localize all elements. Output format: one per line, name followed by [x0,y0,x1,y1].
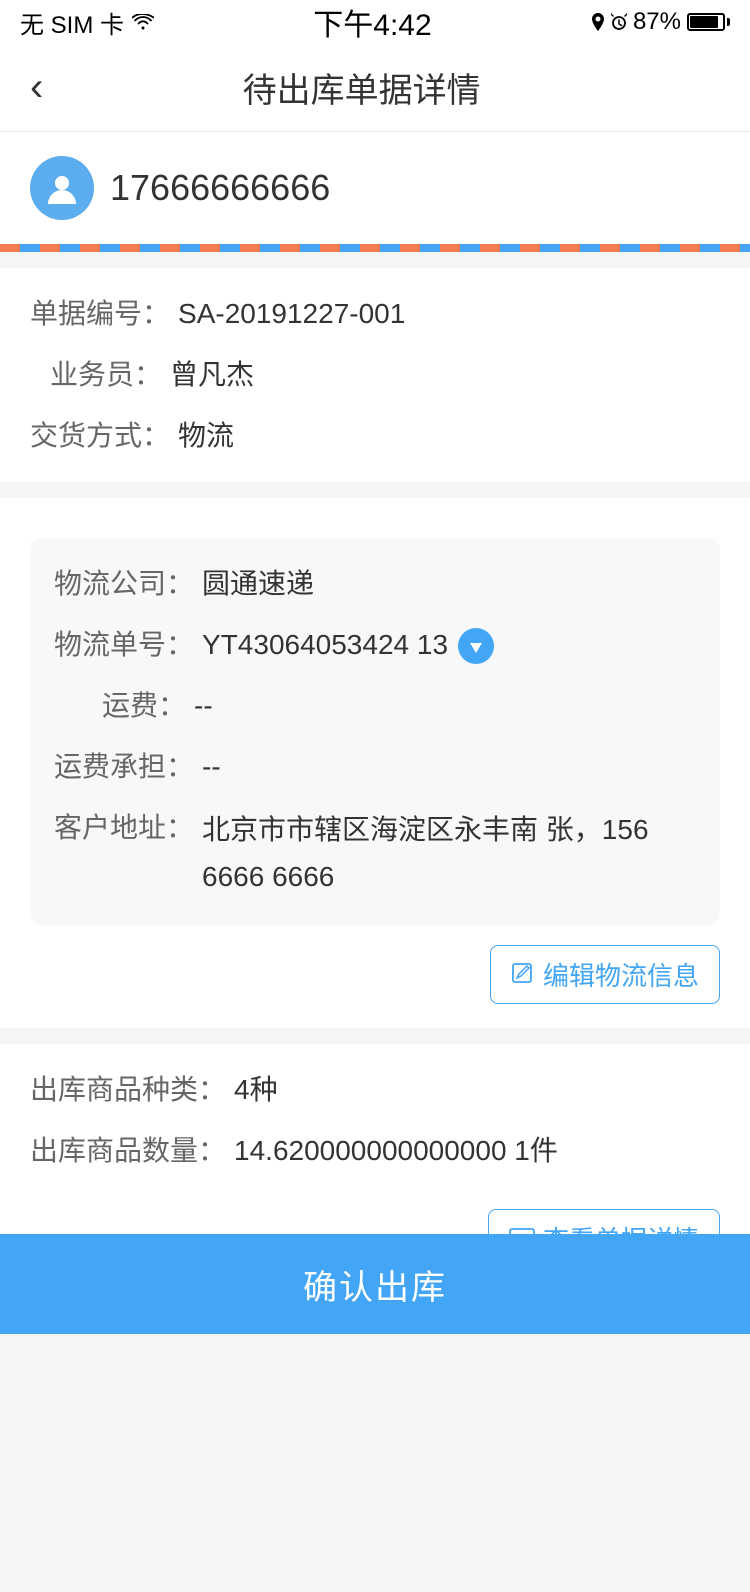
freight-label: 运费： [54,684,194,729]
order-no-value: SA-20191227-001 [178,292,720,337]
delivery-value: 物流 [178,414,720,459]
page-title: 待出库单据详情 [63,63,660,112]
goods-quantity-value: 14.620000000000000 1件 [234,1129,720,1174]
status-time: 下午4:42 [313,0,431,44]
address-row: 客户地址： 北京市市辖区海淀区永丰南 张，156 6666 6666 [54,806,696,901]
confirm-label: 确认出库 [303,1260,447,1309]
dashed-divider [0,244,750,252]
logistics-section: 物流公司： 圆通速递 物流单号： YT43064053424 13 运费： --… [0,498,750,1027]
edit-logistics-label: 编辑物流信息 [543,956,699,993]
edit-btn-area: 编辑物流信息 [30,925,720,1004]
edit-logistics-button[interactable]: 编辑物流信息 [490,945,720,1004]
customer-phone: 17666666666 [110,167,330,209]
logistics-company-row: 物流公司： 圆通速递 [54,562,696,607]
delivery-label: 交货方式： [30,414,178,459]
freight-bearer-label: 运费承担： [54,745,202,790]
bottom-spacer [0,1292,750,1592]
customer-avatar [30,156,94,220]
status-left: 无 SIM 卡 [20,5,154,40]
person-icon [44,170,80,206]
delivery-row: 交货方式： 物流 [30,414,720,459]
goods-quantity-label: 出库商品数量： [30,1129,234,1174]
goods-type-value: 4种 [234,1068,720,1113]
logistics-company-label: 物流公司： [54,562,202,607]
nav-bar: ‹ 待出库单据详情 [0,44,750,132]
wifi-icon [132,14,154,30]
location-status-icon [591,13,605,31]
address-value: 北京市市辖区海淀区永丰南 张，156 6666 6666 [202,806,696,901]
order-info-section: 单据编号： SA-20191227-001 业务员： 曾凡杰 交货方式： 物流 [0,268,750,482]
goods-type-label: 出库商品种类： [30,1068,234,1113]
edit-icon [511,962,535,986]
logistics-company-value: 圆通速递 [202,562,696,607]
salesman-label: 业务员： [30,353,170,398]
alarm-icon [611,13,627,31]
salesman-row: 业务员： 曾凡杰 [30,353,720,398]
battery-indicator [687,13,730,31]
tracking-number: YT43064053424 13 [202,623,448,668]
address-label: 客户地址： [54,806,202,851]
logistics-tracking-value: YT43064053424 13 [202,623,696,668]
logistics-tracking-row: 物流单号： YT43064053424 13 [54,623,696,668]
carrier-label: 无 SIM 卡 [20,5,124,40]
freight-value: -- [194,684,696,729]
goods-type-row: 出库商品种类： 4种 [30,1068,720,1113]
freight-row: 运费： -- [54,684,696,729]
confirm-button[interactable]: 确认出库 [0,1234,750,1334]
goods-quantity-row: 出库商品数量： 14.620000000000000 1件 [30,1129,720,1174]
track-location-icon[interactable] [458,628,494,664]
freight-bearer-row: 运费承担： -- [54,745,696,790]
battery-percent: 87% [633,8,681,36]
freight-bearer-value: -- [202,745,696,790]
status-right: 87% [591,8,730,36]
status-bar: 无 SIM 卡 下午4:42 87% [0,0,750,44]
back-button[interactable]: ‹ [30,65,43,110]
salesman-value: 曾凡杰 [170,353,720,398]
order-no-row: 单据编号： SA-20191227-001 [30,292,720,337]
logistics-card: 物流公司： 圆通速递 物流单号： YT43064053424 13 运费： --… [30,538,720,924]
customer-header: 17666666666 [0,132,750,244]
order-no-label: 单据编号： [30,292,178,337]
logistics-tracking-label: 物流单号： [54,623,202,668]
